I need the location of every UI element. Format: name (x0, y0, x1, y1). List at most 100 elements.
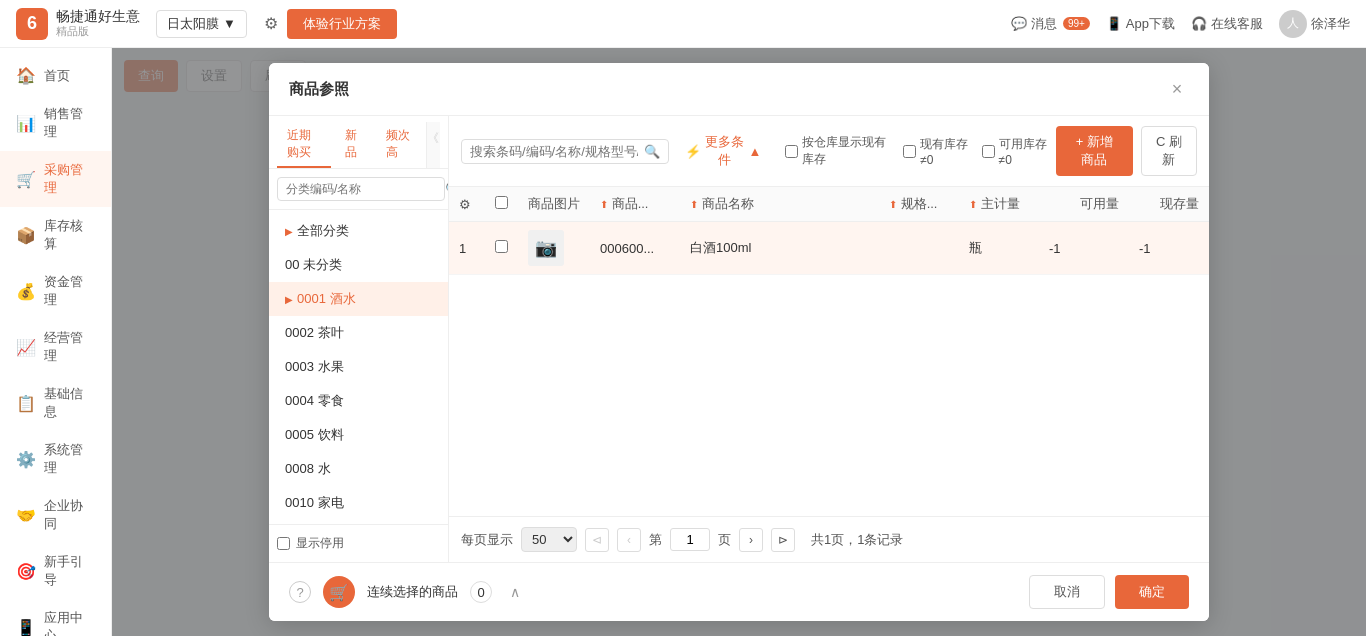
checkbox-stock[interactable] (903, 145, 916, 158)
last-page-btn[interactable]: ⊳ (771, 528, 795, 552)
col-stock: 现存量 (1129, 187, 1209, 222)
footer-actions: 取消 确定 (1029, 575, 1189, 609)
checkbox-avail-label[interactable]: 可用库存≠0 (982, 136, 1048, 167)
refresh-btn[interactable]: C 刷新 (1141, 126, 1197, 176)
nav-right: 💬 消息 99+ 📱 App下载 🎧 在线客服 人 徐泽华 (1011, 10, 1350, 38)
per-page-select[interactable]: 50 10 20 100 (521, 527, 577, 552)
message-icon: 💬 (1011, 16, 1027, 31)
help-btn[interactable]: ? (289, 581, 311, 603)
cat-label-0008: 0008 水 (285, 460, 331, 478)
filter-arrow-icon: ▲ (748, 144, 761, 159)
sidebar-item-apps[interactable]: 📱 应用中心 (0, 599, 111, 636)
cat-item-0002[interactable]: 0002 茶叶 (269, 316, 448, 350)
sidebar-item-inventory[interactable]: 📦 库存核算 (0, 207, 111, 263)
sidebar-label-collab: 企业协同 (44, 497, 95, 533)
show-disabled-label[interactable]: 显示停用 (277, 535, 440, 552)
sidebar-label-operation: 经营管理 (44, 329, 95, 365)
cat-item-0010[interactable]: 0010 家电 (269, 486, 448, 520)
system-icon: ⚙️ (16, 450, 36, 469)
category-search-input[interactable] (277, 177, 445, 201)
sidebar-item-system[interactable]: ⚙️ 系统管理 (0, 431, 111, 487)
finance-icon: 💰 (16, 282, 36, 301)
checkbox-warehouse-label[interactable]: 按仓库显示现有库存 (785, 134, 891, 168)
sidebar-item-guide[interactable]: 🎯 新手引导 (0, 543, 111, 599)
online-service-label: 在线客服 (1211, 15, 1263, 33)
cat-item-0008[interactable]: 0008 水 (269, 452, 448, 486)
user-info[interactable]: 人 徐泽华 (1279, 10, 1350, 38)
cat-item-00[interactable]: 00 未分类 (269, 248, 448, 282)
cat-item-0003[interactable]: 0003 水果 (269, 350, 448, 384)
cart-icon[interactable]: 🛒 (323, 576, 355, 608)
cat-item-0005[interactable]: 0005 饮料 (269, 418, 448, 452)
sidebar-item-sales[interactable]: 📊 销售管理 (0, 95, 111, 151)
prev-page-btn[interactable]: ‹ (617, 528, 641, 552)
col-settings[interactable]: ⚙ (449, 187, 485, 222)
col-name[interactable]: ⬆ 商品名称 (680, 187, 879, 222)
row-checkbox[interactable] (495, 240, 508, 253)
logo-icon: 6 (16, 8, 48, 40)
message-badge: 99+ (1063, 17, 1090, 30)
confirm-btn[interactable]: 确定 (1115, 575, 1189, 609)
cell-img: 📷 (518, 222, 590, 275)
category-list: ▶ 全部分类 00 未分类 ▶ 0001 酒水 0002 茶 (269, 210, 448, 524)
brand-info: 畅捷通好生意 精品版 (56, 8, 140, 40)
col-code[interactable]: ⬆ 商品... (590, 187, 680, 222)
show-disabled-checkbox[interactable] (277, 537, 290, 550)
col-unit[interactable]: ⬆ 主计量 (959, 187, 1039, 222)
product-table-wrap: ⚙ 商品图片 ⬆ 商品... (449, 187, 1209, 516)
cart-symbol: 🛒 (329, 583, 349, 602)
collapse-btn[interactable]: ∧ (504, 581, 526, 603)
modal-close-btn[interactable]: × (1165, 77, 1189, 101)
next-page-btn[interactable]: › (739, 528, 763, 552)
first-page-btn[interactable]: ⊲ (585, 528, 609, 552)
sidebar-item-collab[interactable]: 🤝 企业协同 (0, 487, 111, 543)
cat-collapse-btn[interactable]: 《 (426, 122, 440, 168)
checkbox-stock-label[interactable]: 现有库存≠0 (903, 136, 969, 167)
sidebar-label-purchase: 采购管理 (44, 161, 95, 197)
page-input[interactable] (670, 528, 710, 551)
cat-label-0002: 0002 茶叶 (285, 324, 344, 342)
sidebar-item-operation[interactable]: 📈 经营管理 (0, 319, 111, 375)
tab-frequent[interactable]: 频次高 (376, 122, 422, 168)
cat-label-0003: 0003 水果 (285, 358, 344, 376)
tab-recent[interactable]: 近期购买 (277, 122, 331, 168)
cat-arrow-all: ▶ (285, 226, 293, 237)
col-avail: 可用量 (1039, 187, 1129, 222)
sidebar-item-purchase[interactable]: 🛒 采购管理 (0, 151, 111, 207)
sort-icon-unit: ⬆ (969, 199, 977, 210)
sidebar-label-guide: 新手引导 (44, 553, 95, 589)
user-name: 徐泽华 (1311, 15, 1350, 33)
product-search-input[interactable] (470, 144, 638, 159)
selected-count: 0 (470, 581, 492, 603)
product-image: 📷 (528, 230, 564, 266)
cell-unit: 瓶 (959, 222, 1039, 275)
tab-new[interactable]: 新品 (335, 122, 372, 168)
store-select[interactable]: 日太阳膜 ▼ (156, 10, 247, 38)
sidebar-label-basic: 基础信息 (44, 385, 95, 421)
sidebar-item-home[interactable]: 🏠 首页 (0, 56, 111, 95)
cat-item-all[interactable]: ▶ 全部分类 (269, 214, 448, 248)
sidebar-item-basic[interactable]: 📋 基础信息 (0, 375, 111, 431)
cat-bottom: 显示停用 (269, 524, 448, 562)
col-spec[interactable]: ⬆ 规格... (879, 187, 959, 222)
cat-label-0005: 0005 饮料 (285, 426, 344, 444)
app-download-btn[interactable]: 📱 App下载 (1106, 15, 1175, 33)
cat-label-0004: 0004 零食 (285, 392, 344, 410)
cat-item-0004[interactable]: 0004 零食 (269, 384, 448, 418)
checkbox-warehouse[interactable] (785, 145, 798, 158)
checkbox-avail[interactable] (982, 145, 995, 158)
cat-item-0001[interactable]: ▶ 0001 酒水 (269, 282, 448, 316)
modal-body: 近期购买 新品 频次高 《 🔍 ▶ 全部分类 (269, 116, 1209, 562)
sidebar-item-finance[interactable]: 💰 资金管理 (0, 263, 111, 319)
exp-btn[interactable]: 体验行业方案 (287, 9, 397, 39)
online-service-btn[interactable]: 🎧 在线客服 (1191, 15, 1263, 33)
settings-icon[interactable]: ⚙ (255, 8, 287, 40)
messages-btn[interactable]: 💬 消息 99+ (1011, 15, 1090, 33)
modal-title: 商品参照 (289, 80, 349, 99)
cancel-btn[interactable]: 取消 (1029, 575, 1105, 609)
select-all-checkbox[interactable] (495, 196, 508, 209)
filter-btn[interactable]: ⚡ 更多条件 ▲ (677, 129, 769, 173)
add-product-btn[interactable]: + 新增商品 (1056, 126, 1133, 176)
search-icon: 🔍 (644, 144, 660, 159)
page-unit-label: 页 (718, 531, 731, 549)
